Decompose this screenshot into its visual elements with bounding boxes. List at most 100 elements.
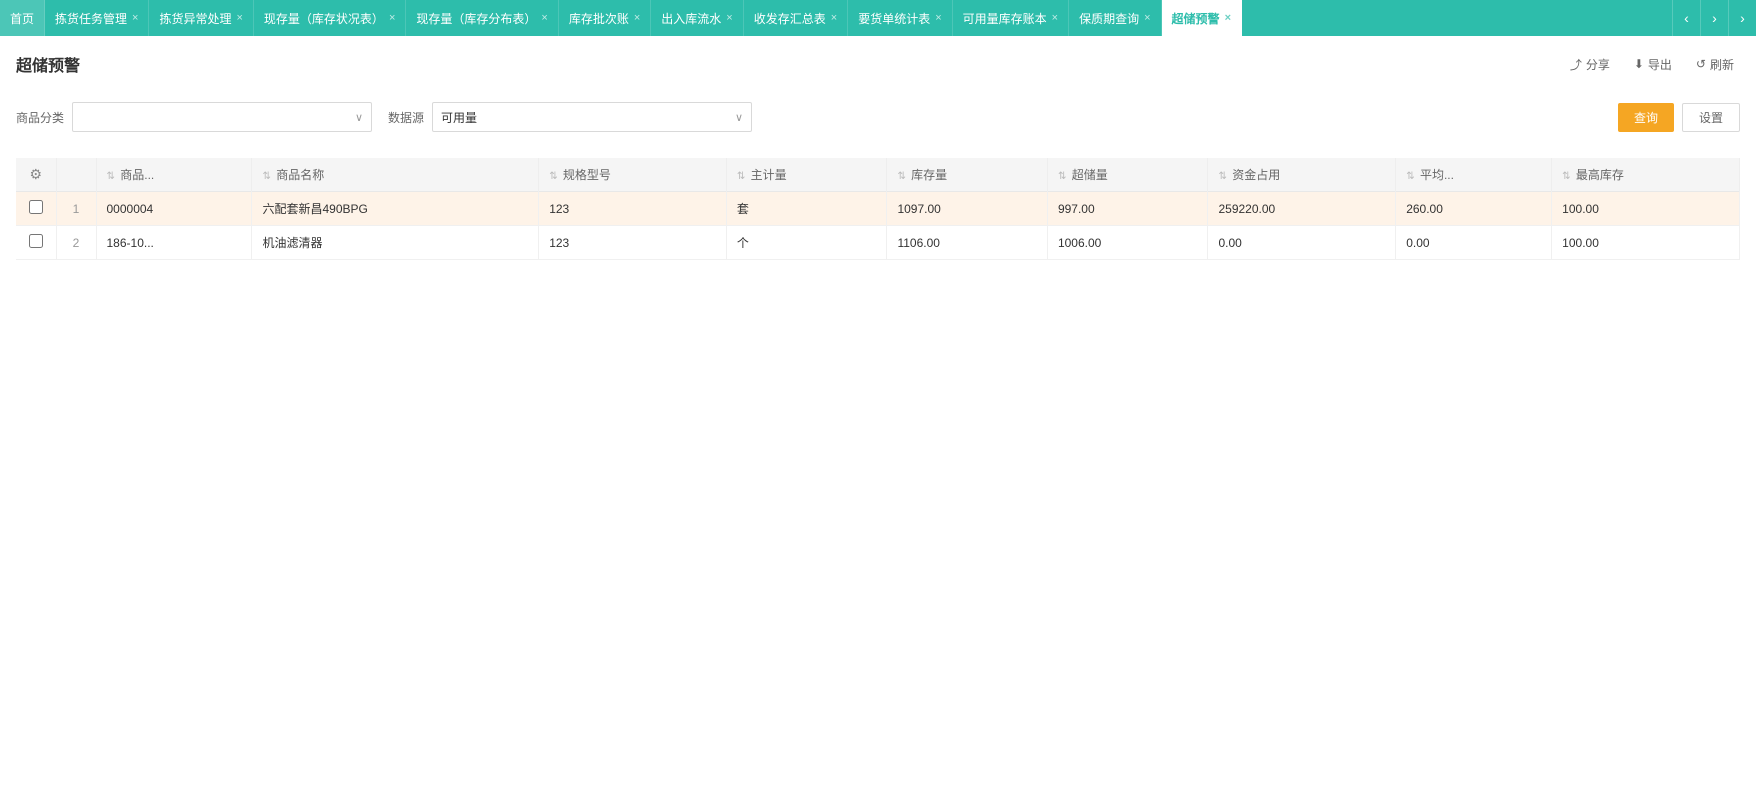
nav-item-quality-check[interactable]: 保质期查询 × bbox=[1069, 0, 1161, 36]
nav-item-inventory-dist-close[interactable]: × bbox=[541, 12, 547, 24]
table-header: ⚙ ⇅ 商品... ⇅ 商品名称 ⇅ 规格型号 ⇅ 主计量 bbox=[16, 158, 1740, 192]
row-checkbox[interactable] bbox=[29, 200, 43, 214]
nav-prev-button[interactable]: ‹ bbox=[1672, 0, 1700, 36]
gear-icon[interactable]: ⚙ bbox=[29, 166, 42, 182]
col-avg-label: 平均... bbox=[1420, 168, 1454, 182]
nav-item-batch-account[interactable]: 库存批次账 × bbox=[559, 0, 651, 36]
col-settings[interactable]: ⚙ bbox=[16, 158, 56, 192]
nav-item-order-stats-label: 要货单统计表 bbox=[858, 10, 930, 27]
nav-item-home-label: 首页 bbox=[10, 10, 34, 27]
col-unit[interactable]: ⇅ 主计量 bbox=[726, 158, 887, 192]
nav-item-inventory-status-close[interactable]: × bbox=[389, 12, 395, 24]
cell-max-stock: 100.00 bbox=[1552, 226, 1740, 260]
filter-actions: 查询 设置 bbox=[1618, 103, 1740, 132]
sort-icon-capital: ⇅ bbox=[1218, 171, 1226, 182]
sort-icon-product-code: ⇅ bbox=[107, 171, 115, 182]
sort-icon-spec: ⇅ bbox=[549, 171, 557, 182]
row-checkbox-cell bbox=[16, 192, 56, 226]
col-rownumber bbox=[56, 158, 96, 192]
datasource-filter-label: 数据源 bbox=[388, 109, 424, 126]
datasource-select-chevron: ∨ bbox=[735, 111, 743, 124]
nav-item-collect-summary[interactable]: 收发存汇总表 × bbox=[744, 0, 848, 36]
nav-item-collect-summary-close[interactable]: × bbox=[831, 12, 837, 24]
nav-item-order-stats-close[interactable]: × bbox=[935, 12, 941, 24]
nav-item-overstock-warning[interactable]: 超储预警 × bbox=[1162, 0, 1242, 36]
nav-item-quality-check-close[interactable]: × bbox=[1144, 12, 1150, 24]
table-body: 10000004六配套新昌490BPG123套1097.00997.002592… bbox=[16, 192, 1740, 260]
cell-product-name: 机油滤清器 bbox=[252, 226, 539, 260]
nav-item-inout-flow[interactable]: 出入库流水 × bbox=[651, 0, 743, 36]
cell-stock: 1097.00 bbox=[887, 192, 1048, 226]
share-icon: ⤴ bbox=[1570, 56, 1582, 73]
page-content: 超储预警 ⤴ 分享 ⬇ 导出 ↺ 刷新 商品分类 ∨ 数据源 bbox=[0, 36, 1756, 800]
col-product-code-label: 商品... bbox=[120, 168, 154, 182]
nav-item-task-mgmt-label: 拣货任务管理 bbox=[55, 10, 127, 27]
col-overstock[interactable]: ⇅ 超储量 bbox=[1047, 158, 1208, 192]
nav-item-available-account[interactable]: 可用量库存账本 × bbox=[953, 0, 1069, 36]
page-header: 超储预警 ⤴ 分享 ⬇ 导出 ↺ 刷新 bbox=[16, 52, 1740, 76]
settings-button[interactable]: 设置 bbox=[1682, 103, 1740, 132]
cell-spec: 123 bbox=[539, 226, 727, 260]
nav-item-inventory-status[interactable]: 现存量（库存状况表） × bbox=[254, 0, 406, 36]
nav-item-home[interactable]: 首页 bbox=[0, 0, 45, 36]
nav-item-available-account-close[interactable]: × bbox=[1052, 12, 1058, 24]
nav-item-order-stats[interactable]: 要货单统计表 × bbox=[848, 0, 952, 36]
sort-icon-max-stock: ⇅ bbox=[1562, 171, 1570, 182]
nav-item-quality-check-label: 保质期查询 bbox=[1079, 10, 1139, 27]
nav-item-abnormal-label: 拣货异常处理 bbox=[159, 10, 231, 27]
export-label: 导出 bbox=[1648, 56, 1672, 73]
cell-spec: 123 bbox=[539, 192, 727, 226]
col-capital-label: 资金占用 bbox=[1232, 168, 1280, 182]
nav-item-abnormal[interactable]: 拣货异常处理 × bbox=[149, 0, 253, 36]
row-number: 1 bbox=[56, 192, 96, 226]
category-select-chevron: ∨ bbox=[355, 111, 363, 124]
export-button[interactable]: ⬇ 导出 bbox=[1628, 54, 1678, 75]
nav-next-button[interactable]: › bbox=[1700, 0, 1728, 36]
table-row: 10000004六配套新昌490BPG123套1097.00997.002592… bbox=[16, 192, 1740, 226]
query-button[interactable]: 查询 bbox=[1618, 103, 1674, 132]
nav-item-inventory-dist[interactable]: 现存量（库存分布表） × bbox=[406, 0, 558, 36]
col-stock-label: 库存量 bbox=[911, 168, 947, 182]
nav-item-inout-flow-close[interactable]: × bbox=[726, 12, 732, 24]
cell-avg: 0.00 bbox=[1396, 226, 1552, 260]
cell-product-code: 186-10... bbox=[96, 226, 252, 260]
col-avg[interactable]: ⇅ 平均... bbox=[1396, 158, 1552, 192]
col-max-stock-label: 最高库存 bbox=[1576, 168, 1624, 182]
row-checkbox[interactable] bbox=[29, 234, 43, 248]
cell-capital: 259220.00 bbox=[1208, 192, 1396, 226]
export-icon: ⬇ bbox=[1634, 57, 1644, 71]
col-max-stock[interactable]: ⇅ 最高库存 bbox=[1552, 158, 1740, 192]
cell-max-stock: 100.00 bbox=[1552, 192, 1740, 226]
col-product-name[interactable]: ⇅ 商品名称 bbox=[252, 158, 539, 192]
nav-item-inout-flow-label: 出入库流水 bbox=[661, 10, 721, 27]
datasource-select-value: 可用量 bbox=[441, 109, 477, 126]
nav-item-abnormal-close[interactable]: × bbox=[236, 12, 242, 24]
col-product-code[interactable]: ⇅ 商品... bbox=[96, 158, 252, 192]
share-button[interactable]: ⤴ 分享 bbox=[1564, 54, 1616, 75]
datasource-select[interactable]: 可用量 ∨ bbox=[432, 102, 752, 132]
cell-stock: 1106.00 bbox=[887, 226, 1048, 260]
col-capital[interactable]: ⇅ 资金占用 bbox=[1208, 158, 1396, 192]
category-select[interactable]: ∨ bbox=[72, 102, 372, 132]
cell-unit: 套 bbox=[726, 192, 887, 226]
refresh-button[interactable]: ↺ 刷新 bbox=[1690, 54, 1740, 75]
nav-item-collect-summary-label: 收发存汇总表 bbox=[754, 10, 826, 27]
nav-expand-button[interactable]: › bbox=[1728, 0, 1756, 36]
nav-item-task-mgmt[interactable]: 拣货任务管理 × bbox=[45, 0, 149, 36]
cell-avg: 260.00 bbox=[1396, 192, 1552, 226]
nav-item-overstock-warning-close[interactable]: × bbox=[1225, 12, 1231, 24]
nav-item-task-mgmt-close[interactable]: × bbox=[132, 12, 138, 24]
table-row: 2186-10...机油滤清器123个1106.001006.000.000.0… bbox=[16, 226, 1740, 260]
col-overstock-label: 超储量 bbox=[1072, 168, 1108, 182]
col-unit-label: 主计量 bbox=[751, 168, 787, 182]
nav-item-inventory-status-label: 现存量（库存状况表） bbox=[264, 10, 384, 27]
nav-item-batch-account-close[interactable]: × bbox=[634, 12, 640, 24]
nav-arrows: ‹ › › bbox=[1672, 0, 1756, 36]
col-spec[interactable]: ⇅ 规格型号 bbox=[539, 158, 727, 192]
data-table: ⚙ ⇅ 商品... ⇅ 商品名称 ⇅ 规格型号 ⇅ 主计量 bbox=[16, 158, 1740, 260]
refresh-label: 刷新 bbox=[1710, 56, 1734, 73]
datasource-filter-group: 数据源 可用量 ∨ bbox=[388, 102, 752, 132]
col-stock[interactable]: ⇅ 库存量 bbox=[887, 158, 1048, 192]
header-actions: ⤴ 分享 ⬇ 导出 ↺ 刷新 bbox=[1564, 54, 1740, 75]
share-label: 分享 bbox=[1586, 56, 1610, 73]
